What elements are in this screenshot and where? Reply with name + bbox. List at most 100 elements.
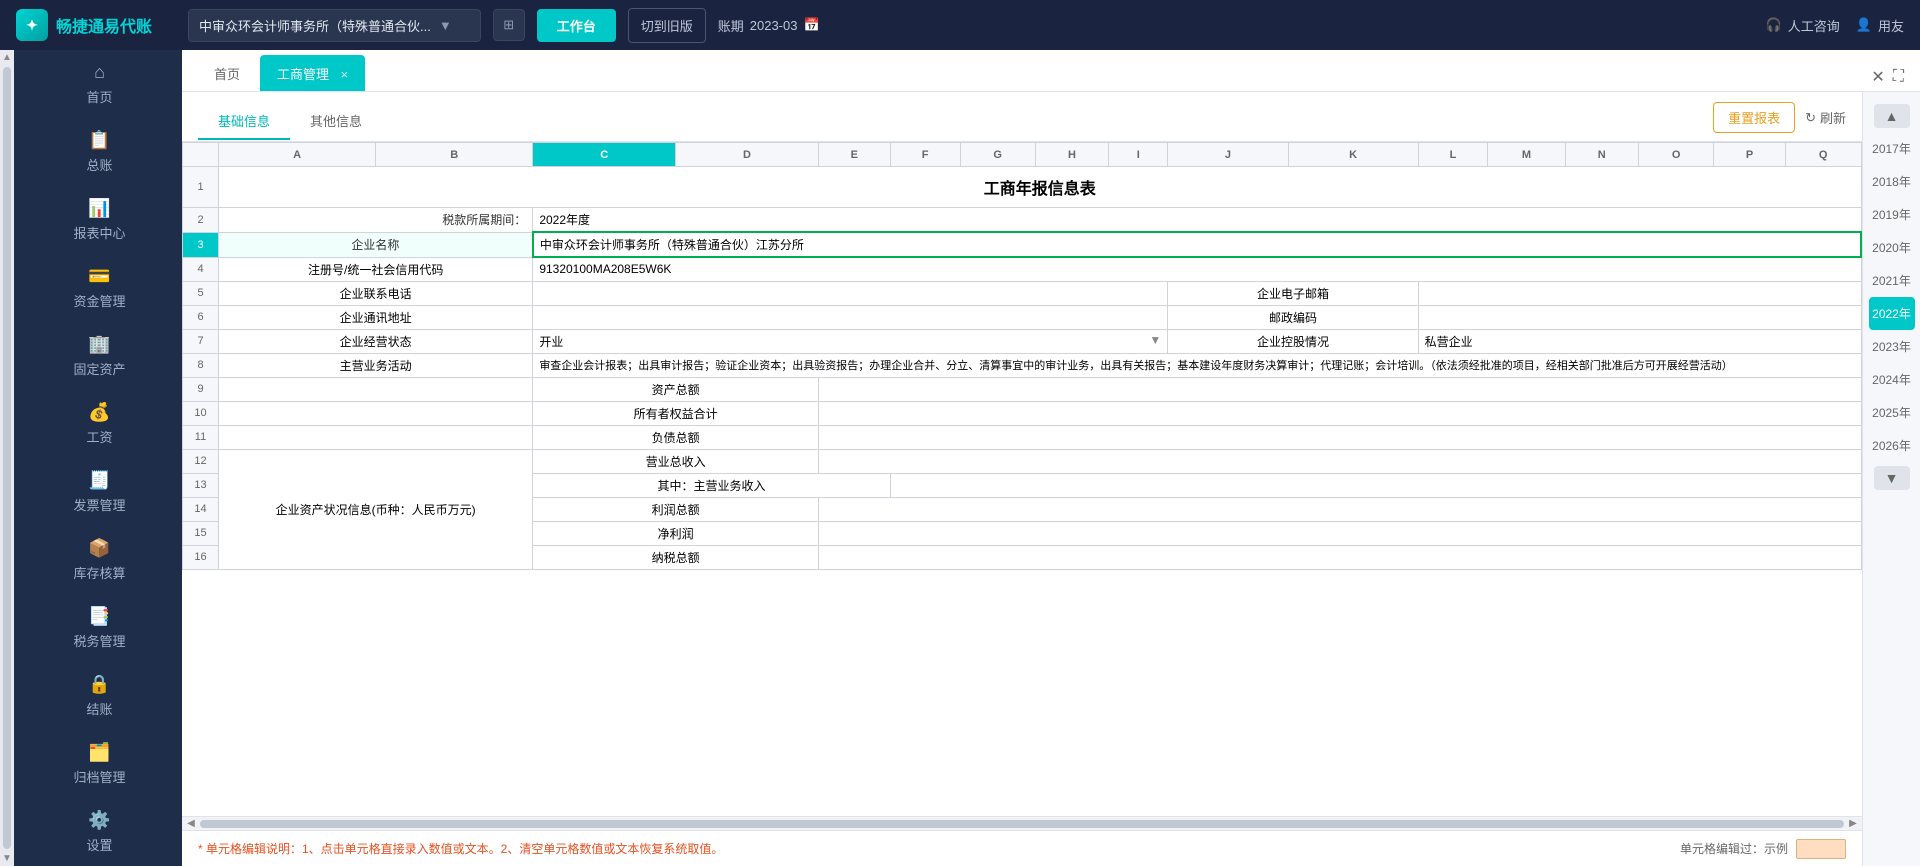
- cell-9-value[interactable]: [818, 377, 1861, 401]
- cell-7-label[interactable]: 企业经营状态: [219, 329, 533, 353]
- cell-12-section[interactable]: 企业资产状况信息(币种：人民币万元): [219, 449, 533, 569]
- sub-tab-basic[interactable]: 基础信息: [198, 103, 290, 140]
- sidebar-item-ledger[interactable]: 📋 总账: [14, 118, 182, 186]
- sidebar-item-close[interactable]: 🔒 结账: [14, 662, 182, 730]
- sidebar-item-invoice[interactable]: 🧾 发票管理: [14, 458, 182, 526]
- year-2026[interactable]: 2026年: [1869, 429, 1915, 462]
- year-2018[interactable]: 2018年: [1869, 165, 1915, 198]
- sidebar-scroll-up[interactable]: ▲: [0, 50, 14, 65]
- cell-3-value[interactable]: 中审众环会计师事务所（特殊普通合伙）江苏分所: [533, 232, 1861, 257]
- cell-10-sub-label[interactable]: 所有者权益合计: [533, 401, 819, 425]
- cell-5-right-label[interactable]: 企业电子邮箱: [1168, 281, 1418, 305]
- cell-6-label[interactable]: 企业通讯地址: [219, 305, 533, 329]
- sidebar-scroll-down[interactable]: ▼: [0, 851, 14, 866]
- year-2020[interactable]: 2020年: [1869, 231, 1915, 264]
- company-selector[interactable]: 中审众环会计师事务所（特殊普通合伙... ▼: [188, 9, 481, 42]
- cell-7-right-value[interactable]: 私营企业: [1418, 329, 1861, 353]
- title-cell[interactable]: 工商年报信息表: [219, 167, 1862, 208]
- cell-14-value[interactable]: [818, 497, 1861, 521]
- workbench-button[interactable]: 工作台: [537, 9, 616, 42]
- col-header-d[interactable]: D: [676, 143, 819, 167]
- col-header-k[interactable]: K: [1288, 143, 1418, 167]
- reset-button[interactable]: 重置报表: [1713, 102, 1795, 133]
- cell-15-value[interactable]: [818, 521, 1861, 545]
- cell-4-value[interactable]: 91320100MA208E5W6K: [533, 257, 1861, 281]
- tab-home[interactable]: 首页: [198, 56, 256, 91]
- cell-11-value[interactable]: [818, 425, 1861, 449]
- cell-12-value[interactable]: [818, 449, 1861, 473]
- col-header-p[interactable]: P: [1714, 143, 1786, 167]
- cell-11-label[interactable]: [219, 425, 533, 449]
- old-version-button[interactable]: 切到旧版: [628, 8, 706, 43]
- col-header-q[interactable]: Q: [1785, 143, 1861, 167]
- year-2025[interactable]: 2025年: [1869, 396, 1915, 429]
- col-header-o[interactable]: O: [1638, 143, 1713, 167]
- tab-close-icon[interactable]: ×: [341, 67, 349, 82]
- year-2024[interactable]: 2024年: [1869, 363, 1915, 396]
- year-2023[interactable]: 2023年: [1869, 330, 1915, 363]
- user-area[interactable]: 👤 用友: [1856, 16, 1904, 35]
- cell-13-value[interactable]: [890, 473, 1861, 497]
- sub-tab-other[interactable]: 其他信息: [290, 103, 382, 140]
- cell-9-label[interactable]: [219, 377, 533, 401]
- col-header-f[interactable]: F: [890, 143, 960, 167]
- cell-16-sub-label[interactable]: 纳税总额: [533, 545, 819, 569]
- cell-6-right-value[interactable]: [1418, 305, 1861, 329]
- dropdown-arrow-7[interactable]: ▼: [1149, 333, 1161, 347]
- year-panel-up-arrow[interactable]: ▲: [1874, 104, 1910, 128]
- spreadsheet-container[interactable]: A B C D E F G H I J K L: [182, 142, 1862, 816]
- col-header-c[interactable]: C: [533, 143, 676, 167]
- sidebar-item-report[interactable]: 📊 报表中心: [14, 186, 182, 254]
- sidebar-item-inventory[interactable]: 📦 库存核算: [14, 526, 182, 594]
- sidebar-item-tax[interactable]: 📑 税务管理: [14, 594, 182, 662]
- col-header-a[interactable]: A: [219, 143, 376, 167]
- cell-3-label[interactable]: 企业名称: [219, 232, 533, 257]
- sidebar-item-fund[interactable]: 💳 资金管理: [14, 254, 182, 322]
- cell-7-right-label[interactable]: 企业控股情况: [1168, 329, 1418, 353]
- cell-14-sub-label[interactable]: 利润总额: [533, 497, 819, 521]
- hscroll-thumb[interactable]: [200, 820, 1844, 828]
- year-2017[interactable]: 2017年: [1869, 132, 1915, 165]
- calendar-icon[interactable]: 📅: [803, 17, 819, 33]
- sidebar-item-salary[interactable]: 💰 工资: [14, 390, 182, 458]
- col-header-h[interactable]: H: [1035, 143, 1108, 167]
- cell-10-value[interactable]: [818, 401, 1861, 425]
- col-header-m[interactable]: M: [1488, 143, 1565, 167]
- hscroll-right-arrow[interactable]: ▶: [1846, 817, 1860, 831]
- year-2021[interactable]: 2021年: [1869, 264, 1915, 297]
- refresh-button[interactable]: ↻ 刷新: [1805, 108, 1846, 127]
- window-close-icon[interactable]: ✕: [1871, 67, 1884, 87]
- cell-5-value[interactable]: [533, 281, 1168, 305]
- cell-6-value[interactable]: [533, 305, 1168, 329]
- cell-4-label[interactable]: 注册号/统一社会信用代码: [219, 257, 533, 281]
- cell-16-value[interactable]: [818, 545, 1861, 569]
- col-header-n[interactable]: N: [1565, 143, 1638, 167]
- col-header-l[interactable]: L: [1418, 143, 1488, 167]
- window-expand-icon[interactable]: ⛶: [1893, 68, 1904, 86]
- doc-icon[interactable]: ⊞: [493, 9, 525, 41]
- sidebar-item-settings[interactable]: ⚙️ 设置: [14, 798, 182, 866]
- cell-5-right-value[interactable]: [1418, 281, 1861, 305]
- tab-industrial[interactable]: 工商管理 ×: [260, 55, 365, 91]
- support-button[interactable]: 🎧 人工咨询: [1766, 16, 1840, 35]
- col-header-j[interactable]: J: [1168, 143, 1288, 167]
- sidebar-item-archive[interactable]: 🗂️ 归档管理: [14, 730, 182, 798]
- cell-8-label[interactable]: 主营业务活动: [219, 353, 533, 377]
- cell-5-label[interactable]: 企业联系电话: [219, 281, 533, 305]
- hscroll-left-arrow[interactable]: ◀: [184, 817, 198, 831]
- cell-12-sub-label[interactable]: 营业总收入: [533, 449, 819, 473]
- cell-2-label[interactable]: 税款所属期间：: [219, 208, 533, 233]
- cell-13-sub-label[interactable]: 其中：主营业务收入: [533, 473, 890, 497]
- cell-2-value[interactable]: 2022年度: [533, 208, 1861, 233]
- col-header-i[interactable]: I: [1109, 143, 1168, 167]
- cell-10-label[interactable]: [219, 401, 533, 425]
- cell-8-value[interactable]: 审查企业会计报表；出具审计报告；验证企业资本；出具验资报告；办理企业合并、分立、…: [533, 353, 1861, 377]
- sidebar-item-home[interactable]: ⌂ 首页: [14, 50, 182, 118]
- sidebar-item-asset[interactable]: 🏢 固定资产: [14, 322, 182, 390]
- col-header-b[interactable]: B: [376, 143, 533, 167]
- year-2019[interactable]: 2019年: [1869, 198, 1915, 231]
- year-panel-down-arrow[interactable]: ▼: [1874, 466, 1910, 490]
- cell-6-right-label[interactable]: 邮政编码: [1168, 305, 1418, 329]
- col-header-g[interactable]: G: [960, 143, 1035, 167]
- year-2022[interactable]: 2022年: [1869, 297, 1915, 330]
